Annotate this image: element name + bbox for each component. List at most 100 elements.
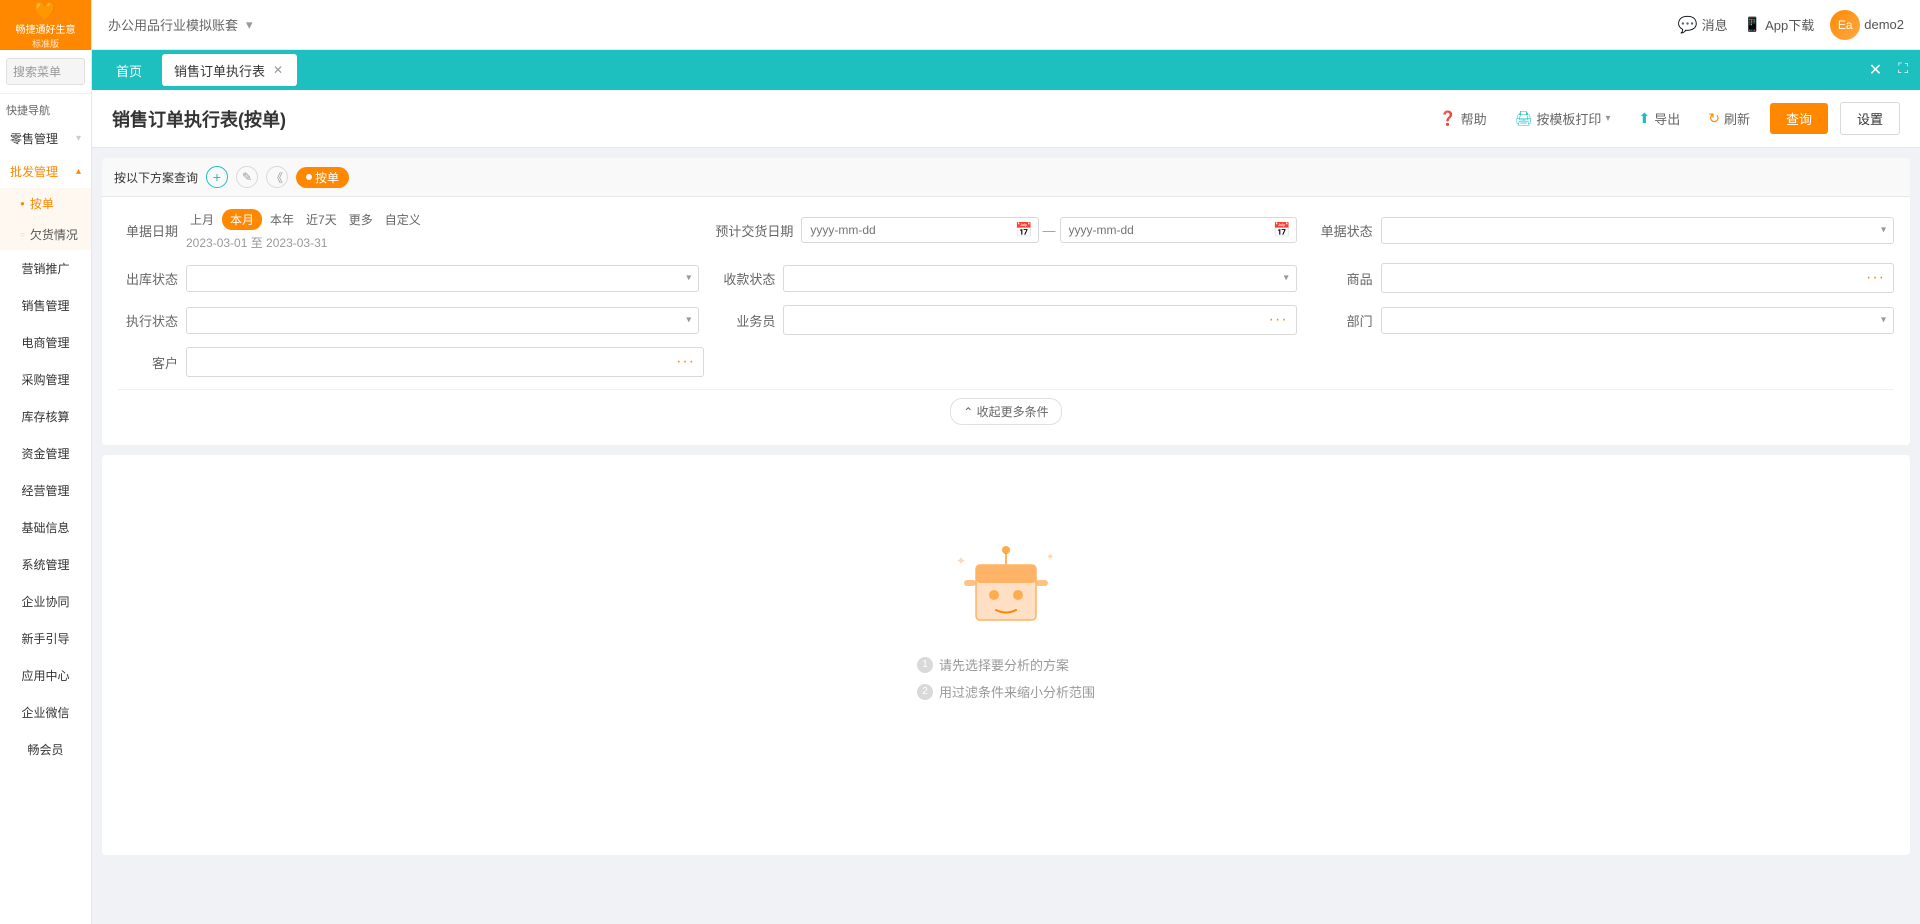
- close-window-icon[interactable]: ✕: [1865, 56, 1886, 84]
- scheme-dot-icon: [306, 174, 312, 180]
- sidebar-item-ecommerce[interactable]: 电商管理: [0, 324, 91, 361]
- date-from-input[interactable]: [801, 217, 1038, 243]
- sidebar-item-member[interactable]: 畅会员: [0, 731, 91, 768]
- tab-home[interactable]: 首页: [100, 54, 158, 86]
- date-tab-current-month[interactable]: 本月: [222, 209, 262, 230]
- empty-icon: ✦ ✦: [946, 535, 1066, 635]
- main-area: 办公用品行业模拟账套 ▾ 💬 消息 📱 App下载 Ea demo2 首页: [92, 0, 1920, 924]
- sidebar-item-finance[interactable]: 资金管理: [0, 435, 91, 472]
- refresh-btn[interactable]: ↻ 刷新: [1700, 105, 1758, 132]
- dept-select-wrap: ▾: [1381, 307, 1894, 334]
- sidebar-item-wholesale[interactable]: 批发管理 ▴: [0, 155, 91, 188]
- sidebar-item-basic-info[interactable]: 基础信息: [0, 509, 91, 546]
- sidebar-item-wechat[interactable]: 企业微信: [0, 694, 91, 731]
- active-dot-icon: ●: [20, 199, 25, 208]
- add-scheme-btn[interactable]: +: [206, 166, 228, 188]
- sidebar-item-system[interactable]: 系统管理: [0, 546, 91, 583]
- help-btn[interactable]: ❓ 帮助: [1431, 105, 1494, 132]
- date-tab-more[interactable]: 更多: [345, 209, 377, 230]
- salesperson-selector-btn[interactable]: ···: [1269, 311, 1288, 329]
- filter-footer: ⌃ 收起更多条件: [118, 389, 1894, 433]
- date-tab-year[interactable]: 本年: [266, 209, 298, 230]
- edit-scheme-btn[interactable]: ✎: [236, 166, 258, 188]
- tab-close-icon[interactable]: ✕: [271, 62, 285, 78]
- content-card: ✦ ✦ 1 请先选择要分析的方案 2 用过滤条件来缩小分析范围: [102, 455, 1910, 855]
- out-status-select[interactable]: [186, 265, 699, 292]
- avatar-text: Ea: [1838, 18, 1853, 32]
- filter-row-1: 单据日期 上月 本月 本年 近7天 更多 自定义 2023-03-01 至 20…: [118, 209, 1894, 251]
- app-download-label: App下载: [1765, 15, 1814, 34]
- sidebar-item-inventory[interactable]: 库存核算: [0, 398, 91, 435]
- print-btn[interactable]: 🖨 按模板打印 ▾: [1507, 105, 1619, 132]
- sidebar-sub-item-order-exec-label: 按单: [30, 195, 54, 212]
- date-to-input[interactable]: [1060, 217, 1297, 243]
- filter-expected-date-field: 预计交货日期 📅 — 📅: [715, 217, 1296, 243]
- empty-state: ✦ ✦ 1 请先选择要分析的方案 2 用过滤条件来缩小分析范围: [102, 455, 1910, 781]
- filter-area: 按以下方案查询 + ✎ 《 按单 单据日期: [102, 158, 1910, 445]
- refresh-label: 刷新: [1724, 109, 1750, 128]
- collapse-icon: 《: [271, 169, 283, 186]
- user-avatar-btn[interactable]: Ea demo2: [1830, 10, 1904, 40]
- sidebar-item-system-label: 系统管理: [21, 556, 69, 573]
- sidebar-item-retail[interactable]: 零售管理 ▾: [0, 122, 91, 155]
- settings-btn[interactable]: 设置: [1840, 102, 1900, 135]
- sidebar-sub-item-backorder[interactable]: ○ 欠货情况: [0, 219, 91, 250]
- sidebar-item-enterprise[interactable]: 企业协同: [0, 583, 91, 620]
- tab-home-label: 首页: [116, 61, 142, 80]
- bill-status-select[interactable]: [1381, 217, 1894, 244]
- expected-date-label: 预计交货日期: [715, 221, 793, 240]
- sidebar-item-operations[interactable]: 经营管理: [0, 472, 91, 509]
- tip-num-1: 1: [917, 657, 933, 673]
- date-tab-custom[interactable]: 自定义: [381, 209, 425, 230]
- dept-select[interactable]: [1381, 307, 1894, 334]
- print-dropdown-icon[interactable]: ▾: [1605, 113, 1610, 124]
- sidebar-sub-item-order-exec[interactable]: ● 按单: [0, 188, 91, 219]
- collapse-scheme-btn[interactable]: 《: [266, 166, 288, 188]
- sidebar-item-app-center[interactable]: 应用中心: [0, 657, 91, 694]
- product-selector-btn[interactable]: ···: [1866, 269, 1885, 287]
- user-name: demo2: [1864, 17, 1904, 32]
- tab-active[interactable]: 销售订单执行表 ✕: [162, 54, 297, 86]
- query-btn[interactable]: 查询: [1770, 103, 1828, 134]
- exec-status-label: 执行状态: [118, 311, 178, 330]
- date-tab-last7[interactable]: 近7天: [302, 209, 341, 230]
- messages-btn[interactable]: 💬 消息: [1678, 15, 1728, 35]
- customer-selector-btn[interactable]: ···: [676, 353, 695, 371]
- out-status-select-wrap: ▾: [186, 265, 699, 292]
- app-logo: 🧡 畅捷通好生意 标准版: [0, 0, 91, 50]
- sidebar-item-beginner[interactable]: 新手引导: [0, 620, 91, 657]
- sidebar-item-marketing[interactable]: 营销推广: [0, 250, 91, 287]
- sidebar-item-purchase-label: 采购管理: [21, 371, 69, 388]
- empty-tip-2: 2 用过滤条件来缩小分析范围: [917, 682, 1095, 701]
- bill-status-select-wrap: ▾: [1381, 217, 1894, 244]
- dot-icon: ○: [20, 230, 25, 239]
- sidebar-item-purchase[interactable]: 采购管理: [0, 361, 91, 398]
- exec-status-select[interactable]: [186, 307, 699, 334]
- filter-dept-field: 部门 ▾: [1313, 307, 1894, 334]
- sidebar-item-ecommerce-label: 电商管理: [21, 334, 69, 351]
- export-btn[interactable]: ⬆ 导出: [1630, 105, 1688, 132]
- export-label: 导出: [1654, 109, 1680, 128]
- filter-customer-field: 客户 ···: [118, 347, 704, 377]
- export-icon: ⬆: [1638, 110, 1650, 127]
- date-field-label: 单据日期: [118, 221, 178, 240]
- tab-active-label: 销售订单执行表: [174, 61, 265, 80]
- collapse-more-btn[interactable]: ⌃ 收起更多条件: [950, 398, 1061, 425]
- filter-out-status-field: 出库状态 ▾: [118, 265, 699, 292]
- print-label: 按模板打印: [1536, 109, 1601, 128]
- date-tab-prev-month[interactable]: 上月: [186, 209, 218, 230]
- logo-icon: 🧡: [34, 1, 56, 22]
- sidebar-sub-item-backorder-label: 欠货情况: [30, 226, 78, 243]
- svg-text:✦: ✦: [956, 554, 966, 568]
- receipt-status-select[interactable]: [783, 265, 1296, 292]
- scheme-name: 按单: [315, 169, 339, 186]
- active-scheme-tag[interactable]: 按单: [296, 167, 349, 188]
- app-download-btn[interactable]: 📱 App下载: [1744, 15, 1815, 34]
- sidebar-item-sales[interactable]: 销售管理: [0, 287, 91, 324]
- breadcrumb-arrow-icon[interactable]: ▾: [246, 17, 253, 33]
- receipt-status-select-wrap: ▾: [783, 265, 1296, 292]
- fullscreen-icon[interactable]: ⛶: [1894, 56, 1912, 84]
- search-menu-button[interactable]: 搜索菜单: [6, 58, 85, 85]
- tip-num-2: 2: [917, 684, 933, 700]
- sidebar-search-area: 搜索菜单: [0, 50, 91, 94]
